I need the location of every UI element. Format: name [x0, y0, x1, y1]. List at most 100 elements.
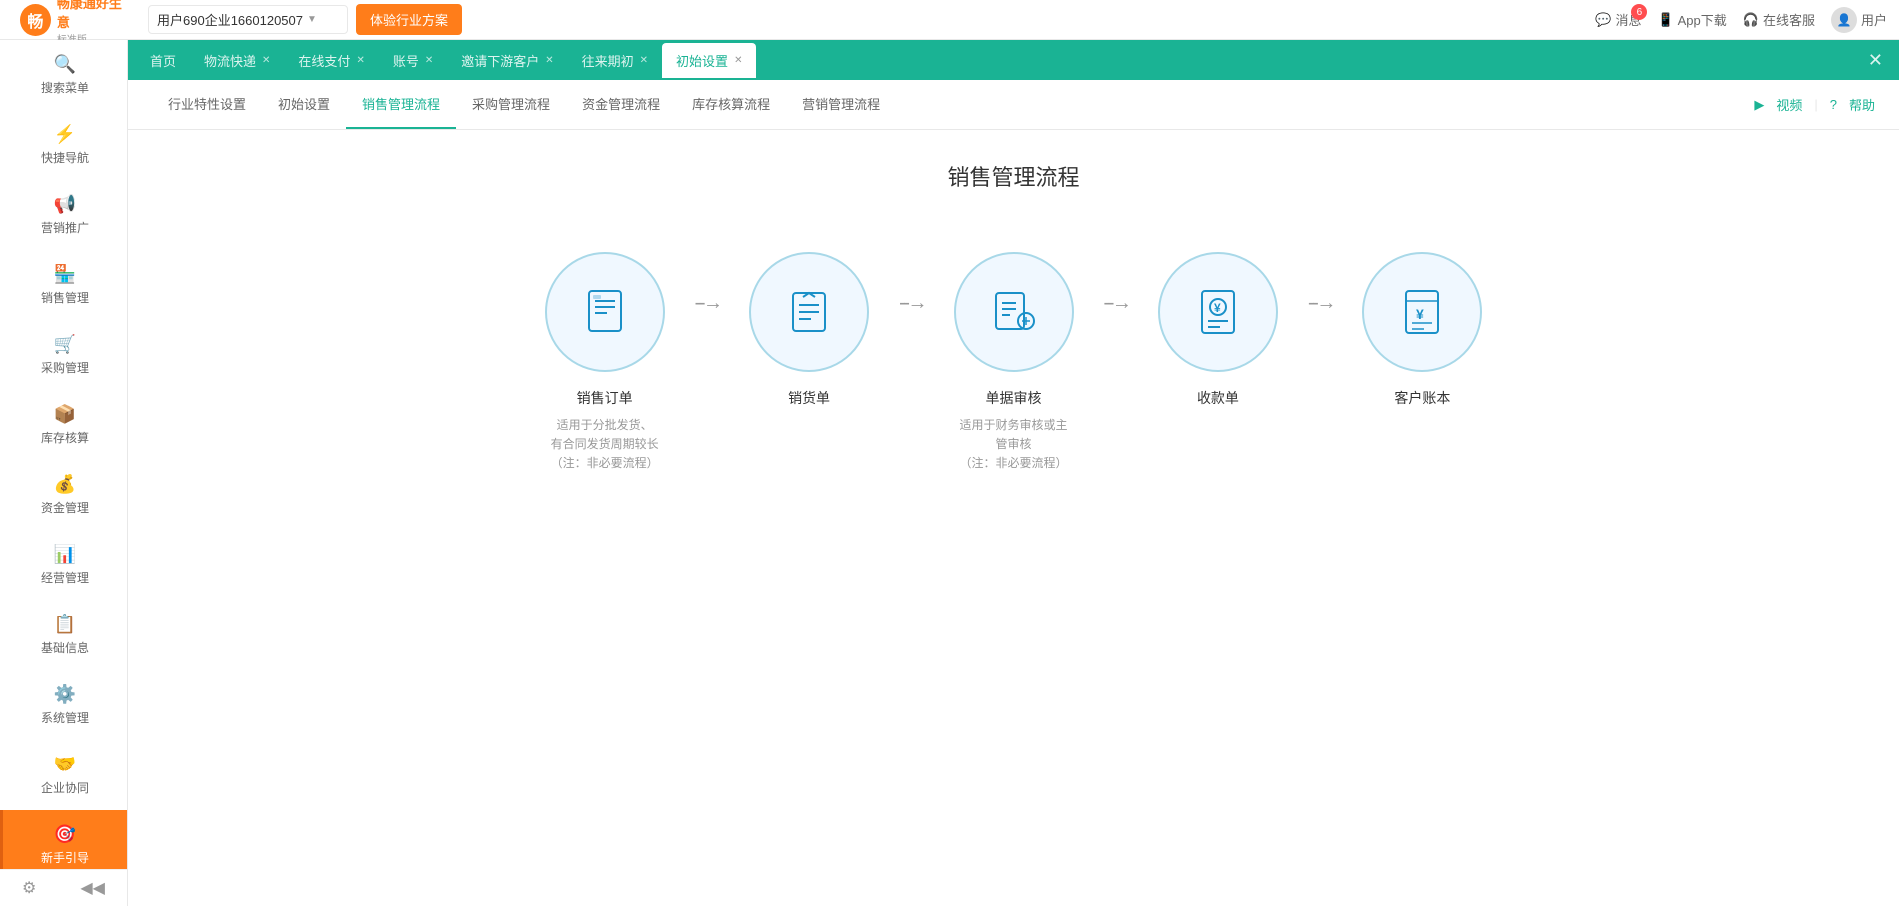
sub-tab-capital_flow[interactable]: 资金管理流程: [566, 80, 676, 129]
flow-circle-account_book: ¥: [1362, 252, 1482, 372]
nav-tab-home[interactable]: 首页: [136, 43, 190, 78]
user-selector[interactable]: 用户690企业1660120507 ▼: [148, 5, 348, 34]
sidebar-item-newbie[interactable]: 🎯 新手引导: [0, 810, 127, 869]
flow-label-delivery: 销货单: [788, 388, 830, 408]
flow-label-audit: 单据审核: [986, 388, 1042, 408]
sidebar-item-purchase[interactable]: 🛒 采购管理: [0, 320, 127, 390]
messages-item[interactable]: 💬 消息 6: [1595, 10, 1641, 29]
sales-icon: 🏪: [54, 264, 76, 285]
sidebar-item-inventory[interactable]: 📦 库存核算: [0, 390, 127, 460]
sidebar-item-basic[interactable]: 📋 基础信息: [0, 600, 127, 670]
nav-tab-logistics[interactable]: 物流快递✕: [190, 43, 284, 78]
nav-tab-close-logistics[interactable]: ✕: [262, 55, 270, 66]
headset-icon: 🎧: [1743, 12, 1759, 28]
sub-tab-inventory_flow[interactable]: 库存核算流程: [676, 80, 786, 129]
sidebar-bottom: ⚙ ◀◀: [0, 869, 127, 906]
flow-item-delivery[interactable]: 销货单: [719, 252, 899, 416]
operation-icon: 📊: [54, 544, 76, 565]
sidebar-label-marketing: 营销推广: [41, 219, 89, 236]
help-label[interactable]: 帮助: [1849, 95, 1875, 114]
online-service-item[interactable]: 🎧 在线客服: [1743, 10, 1815, 29]
flow-circle-audit: [954, 252, 1074, 372]
system-icon: ⚙️: [54, 684, 76, 705]
sub-tab-sales_flow[interactable]: 销售管理流程: [346, 80, 456, 129]
sidebar-item-marketing[interactable]: 📢 营销推广: [0, 180, 127, 250]
collapse-icon[interactable]: ◀◀: [80, 878, 105, 898]
divider: |: [1814, 97, 1817, 112]
flow-desc-audit: 适用于财务审核或主管审核（注：非必要流程）: [959, 416, 1067, 474]
delivery-icon: [783, 285, 835, 340]
sub-tab-init[interactable]: 初始设置: [262, 80, 346, 129]
sidebar-label-purchase: 采购管理: [41, 359, 89, 376]
help-icon: ?: [1830, 97, 1837, 112]
flow-item-sales_order[interactable]: 销售订单 适用于分批发货、有合同发货周期较长（注：非必要流程）: [515, 252, 695, 474]
logo-title: 畅康通好生意: [57, 0, 132, 31]
close-all-icon[interactable]: ✕: [1860, 50, 1891, 71]
content-area: 首页物流快递✕在线支付✕账号✕邀请下游客户✕往来期初✕初始设置✕✕ 行业特性设置…: [128, 40, 1899, 906]
sub-tab-marketing_flow[interactable]: 营销管理流程: [786, 80, 896, 129]
svg-text:¥: ¥: [1214, 301, 1221, 315]
sidebar-item-quicknav[interactable]: ⚡ 快捷导航: [0, 110, 127, 180]
flow-arrow-1: - - →: [695, 252, 719, 315]
enterprise-icon: 🤝: [54, 754, 76, 775]
arrow-icon: - - →: [899, 292, 923, 315]
flow-arrow-2: - - →: [899, 252, 923, 315]
video-label[interactable]: 视频: [1776, 95, 1802, 114]
sidebar-label-sales: 销售管理: [41, 289, 89, 306]
nav-tab-label-account: 账号: [393, 51, 419, 70]
sub-content: 行业特性设置初始设置销售管理流程采购管理流程资金管理流程库存核算流程营销管理流程…: [128, 80, 1899, 906]
nav-tab-opening[interactable]: 往来期初✕: [568, 43, 662, 78]
page-content: 销售管理流程 销售订单 适用于分批发货、有合同发货周期较长（注：非必要流程） -…: [128, 130, 1899, 504]
nav-tab-invite[interactable]: 邀请下游客户 ✕: [447, 43, 567, 78]
nav-tab-init[interactable]: 初始设置✕: [662, 43, 756, 78]
nav-tab-close-opening[interactable]: ✕: [640, 55, 648, 66]
sidebar-label-quicknav: 快捷导航: [41, 149, 89, 166]
sidebar-item-sales[interactable]: 🏪 销售管理: [0, 250, 127, 320]
nav-tab-close-account[interactable]: ✕: [425, 55, 433, 66]
sidebar-label-inventory: 库存核算: [41, 429, 89, 446]
user-selector-text: 用户690企业1660120507: [157, 10, 303, 29]
sub-tab-industry[interactable]: 行业特性设置: [152, 80, 262, 129]
sidebar-menu: 🔍 搜索菜单 ⚡ 快捷导航 📢 营销推广 🏪 销售管理 🛒 采购管理 📦 库存核…: [0, 40, 127, 869]
top-bar: 畅 畅康通好生意 标准版 用户690企业1660120507 ▼ 体验行业方案 …: [0, 0, 1899, 40]
nav-tab-close-payment[interactable]: ✕: [356, 55, 364, 66]
sidebar-item-system[interactable]: ⚙️ 系统管理: [0, 670, 127, 740]
app-download-label: App下载: [1678, 10, 1727, 29]
flow-item-audit[interactable]: 单据审核 适用于财务审核或主管审核（注：非必要流程）: [924, 252, 1104, 474]
sidebar-item-enterprise[interactable]: 🤝 企业协同: [0, 740, 127, 810]
sub-tab-purchase_flow[interactable]: 采购管理流程: [456, 80, 566, 129]
quicknav-icon: ⚡: [54, 124, 76, 145]
nav-tab-payment[interactable]: 在线支付 ✕: [284, 43, 378, 78]
app-download-item[interactable]: 📱 App下载: [1657, 10, 1726, 29]
sidebar-item-search[interactable]: 🔍 搜索菜单: [0, 40, 127, 110]
message-icon: 💬: [1595, 12, 1611, 28]
avatar: 👤: [1831, 7, 1857, 33]
nav-tab-close-init[interactable]: ✕: [734, 55, 742, 66]
sidebar-label-finance: 资金管理: [41, 499, 89, 516]
settings-bottom-icon[interactable]: ⚙: [22, 878, 36, 898]
logo-icon: 畅: [20, 4, 51, 36]
video-icon: ▶: [1754, 97, 1764, 113]
flow-desc-sales_order: 适用于分批发货、有合同发货周期较长（注：非必要流程）: [551, 416, 659, 474]
flow-circle-receipt: ¥: [1158, 252, 1278, 372]
flow-item-account_book[interactable]: ¥ 客户账本: [1332, 252, 1512, 416]
arrow-icon: - - →: [695, 292, 719, 315]
nav-tab-label-invite: 邀请下游客户: [461, 51, 539, 70]
nav-tab-account[interactable]: 账号 ✕: [379, 43, 447, 78]
user-avatar-item[interactable]: 👤 用户: [1831, 7, 1887, 33]
user-label: 用户: [1861, 10, 1887, 29]
app-wrapper: 畅 畅康通好生意 标准版 用户690企业1660120507 ▼ 体验行业方案 …: [0, 0, 1899, 906]
top-bar-right: 💬 消息 6 📱 App下载 🎧 在线客服 👤 用户: [1595, 7, 1887, 33]
sidebar-label-system: 系统管理: [41, 709, 89, 726]
nav-tab-label-payment: 在线支付: [298, 51, 350, 70]
sidebar-label-basic: 基础信息: [41, 639, 89, 656]
trial-button[interactable]: 体验行业方案: [356, 4, 462, 35]
main-layout: 🔍 搜索菜单 ⚡ 快捷导航 📢 营销推广 🏪 销售管理 🛒 采购管理 📦 库存核…: [0, 40, 1899, 906]
sidebar: 🔍 搜索菜单 ⚡ 快捷导航 📢 营销推广 🏪 销售管理 🛒 采购管理 📦 库存核…: [0, 40, 128, 906]
close-all-tabs[interactable]: ✕: [1860, 50, 1891, 71]
sidebar-item-finance[interactable]: 💰 资金管理: [0, 460, 127, 530]
sidebar-item-operation[interactable]: 📊 经营管理: [0, 530, 127, 600]
online-service-label: 在线客服: [1763, 10, 1815, 29]
nav-tab-close-invite[interactable]: ✕: [545, 55, 553, 66]
flow-item-receipt[interactable]: ¥ 收款单: [1128, 252, 1308, 416]
